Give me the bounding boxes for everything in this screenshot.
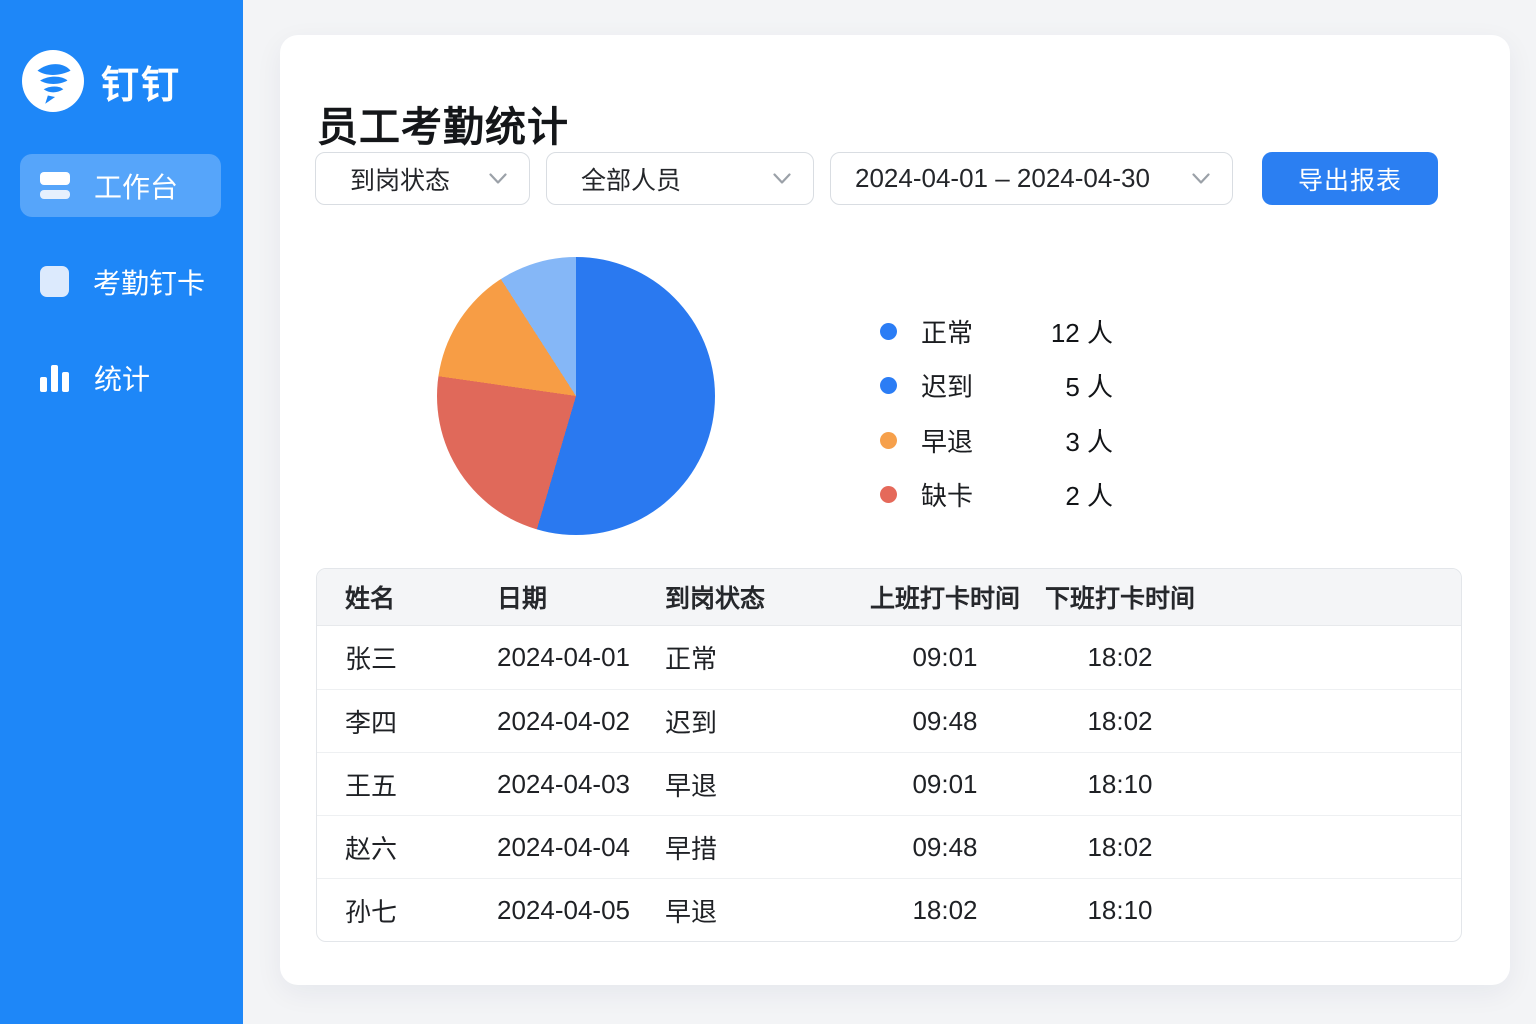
table-cell: 2024-04-04 [497,831,630,862]
attendance-card-icon [40,266,69,297]
legend-item-missing-card: 缺卡 2 人 [880,468,1113,523]
column-header: 姓名 [345,585,396,613]
table-cell: 18:10 [1087,894,1153,925]
legend-dot [880,377,897,395]
filter-bar: 到岗状态 全部人员 2024-04-01 – 2024-04-30 导出报表 [280,152,1510,205]
table-cell: 早退 [665,770,718,801]
brand-name: 钉钉 [101,64,182,107]
people-filter-dropdown[interactable]: 全部人员 [546,152,814,205]
chart-legend: 正常 12 人 迟到 5 人 早退 3 人 缺卡 2 人 [880,304,1113,522]
legend-label: 正常 [921,317,974,348]
column-header: 日期 [497,585,548,613]
table-row: 赵六 2024-04-04 早措 09:48 18:02 [317,815,1461,878]
table-row: 张三 2024-04-01 正常 09:01 18:02 [317,626,1461,689]
sidebar-nav: 工作台 考勤钉卡 统计 [0,154,243,409]
legend-item-early-leave: 早退 3 人 [880,413,1113,468]
status-filter-dropdown[interactable]: 到岗状态 [315,152,530,205]
table-cell: 李四 [345,707,398,738]
table-row: 孙七 2024-04-05 早退 18:02 18:10 [317,878,1461,941]
chevron-down-icon [489,172,507,184]
table-cell: 18:02 [1087,831,1153,862]
sidebar-item-workbench[interactable]: 工作台 [20,154,221,217]
table-cell: 正常 [665,644,718,674]
legend-count: 3 人 [1065,426,1113,457]
table-cell: 2024-04-02 [497,705,630,736]
table-cell: 09:48 [912,831,978,862]
legend-label: 早退 [921,426,974,457]
sidebar-item-label: 工作台 [94,171,179,203]
table-cell: 早退 [665,896,718,927]
legend-dot [880,486,897,504]
sidebar-item-attendance-card[interactable]: 考勤钉卡 [20,250,221,313]
page-title: 员工考勤统计 [317,104,569,150]
bar-chart-icon [40,364,70,392]
chevron-down-icon [773,172,791,184]
table-cell: 张三 [345,644,398,674]
legend-count: 2 人 [1065,481,1113,512]
table-cell: 王五 [345,770,398,801]
brand: 钉钉 [22,50,243,112]
table-row: 李四 2024-04-02 迟到 09:48 18:02 [317,689,1461,752]
legend-dot [880,322,897,340]
table-body: 张三 2024-04-01 正常 09:01 18:02 李四 2024-04-02 迟到 09… [317,626,1461,941]
table-cell: 2024-04-05 [497,894,630,925]
sidebar-item-statistics[interactable]: 统计 [20,346,221,409]
legend-label: 缺卡 [921,481,974,512]
date-range-value: 2024-04-01 – 2024-04-30 [855,163,1150,193]
legend-count: 12 人 [1050,317,1113,348]
table-cell: 早措 [665,833,718,864]
table-cell: 18:02 [1087,642,1153,672]
dingtalk-logo-icon [22,50,84,112]
column-header: 下班打卡时间 [1044,585,1195,613]
date-range-picker[interactable]: 2024-04-01 – 2024-04-30 [830,152,1233,205]
sidebar-item-label: 考勤钉卡 [93,267,206,299]
column-header: 到岗状态 [665,585,766,613]
table-cell: 迟到 [665,707,718,738]
workbench-icon [40,172,70,199]
people-filter-value: 全部人员 [581,166,682,195]
table-cell: 09:01 [912,642,978,672]
attendance-table: 姓名 日期 到岗状态 上班打卡时间 下班打卡时间 张三 2024-04-01 正常 09:01… [316,568,1462,942]
legend-count: 5 人 [1065,372,1113,403]
legend-item-late: 迟到 5 人 [880,359,1113,414]
table-header: 姓名 日期 到岗状态 上班打卡时间 下班打卡时间 [317,569,1461,626]
table-cell: 18:10 [1087,768,1153,799]
table-cell: 2024-04-01 [497,642,630,672]
status-filter-value: 到岗状态 [350,166,451,195]
table-cell: 09:01 [912,768,978,799]
table-cell: 赵六 [345,833,398,864]
chevron-down-icon [1192,172,1210,184]
table-cell: 09:48 [912,705,978,736]
sidebar-item-label: 统计 [94,363,151,395]
table-cell: 18:02 [912,894,978,925]
table-row: 王五 2024-04-03 早退 09:01 18:10 [317,752,1461,815]
table-cell: 18:02 [1087,705,1153,736]
main-card: 员工考勤统计 到岗状态 全部人员 2024-04-01 – 2024-04-30… [280,35,1510,985]
attendance-pie-chart [437,257,715,535]
legend-dot [880,431,897,449]
table-cell: 2024-04-03 [497,768,630,799]
export-report-button[interactable]: 导出报表 [1262,152,1438,205]
sidebar: 钉钉 工作台 考勤钉卡 统计 [0,0,243,1024]
legend-label: 迟到 [921,372,974,403]
column-header: 上班打卡时间 [869,585,1020,613]
table-cell: 孙七 [345,896,398,927]
legend-item-normal: 正常 12 人 [880,304,1113,359]
